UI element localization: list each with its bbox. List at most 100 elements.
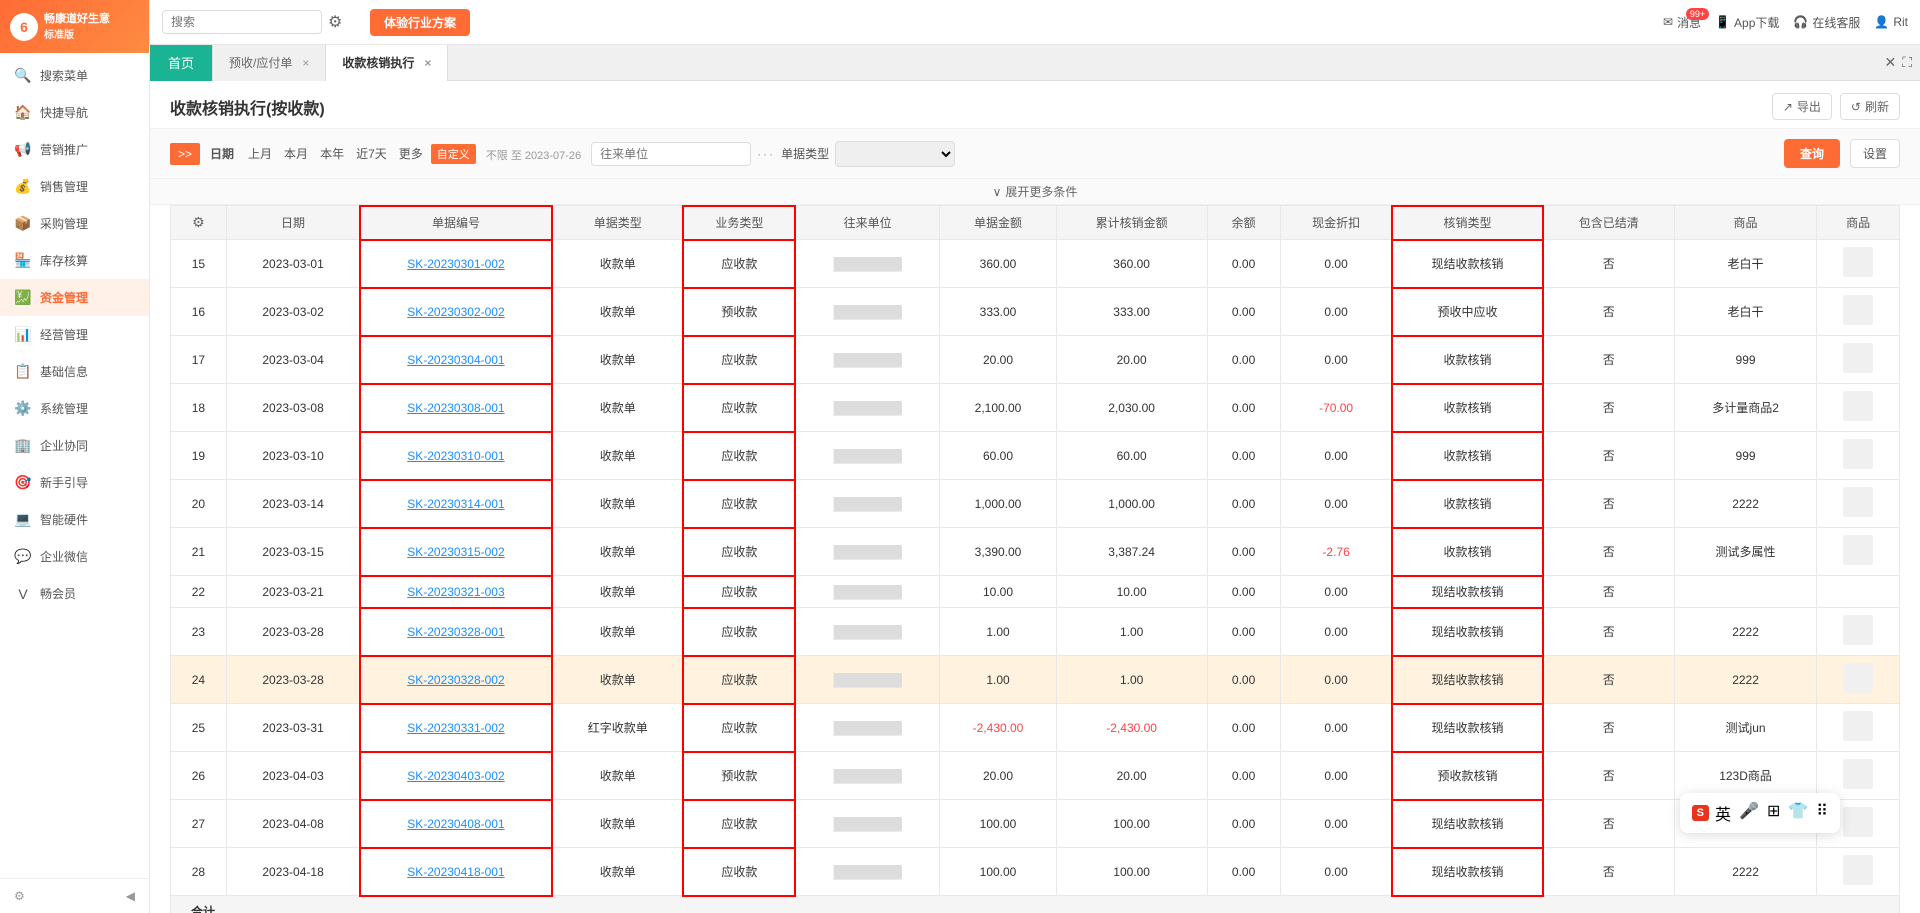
this-month-btn[interactable]: 本月 (280, 143, 312, 164)
bill-no-link[interactable]: SK-20230315-002 (407, 545, 504, 559)
hardware-icon: 💻 (14, 511, 32, 528)
cell-biz-type: 应收款 (683, 704, 795, 752)
cell-included: 否 (1543, 528, 1674, 576)
cell-no: 15 (171, 240, 227, 288)
sidebar-item-system[interactable]: ⚙️系统管理 (0, 390, 149, 427)
bill-type-select[interactable] (835, 141, 955, 167)
collapse-icon[interactable]: ◀ (126, 889, 135, 903)
query-button[interactable]: 查询 (1784, 139, 1840, 168)
more-options-icon[interactable]: ··· (757, 147, 775, 161)
sidebar-item-inventory[interactable]: 🏪 库存核算 (0, 242, 149, 279)
sidebar-item-purchase[interactable]: 📦采购管理 (0, 205, 149, 242)
bill-no-link[interactable]: SK-20230310-001 (407, 449, 504, 463)
bill-no-link[interactable]: SK-20230302-002 (407, 305, 504, 319)
this-year-btn[interactable]: 本年 (316, 143, 348, 164)
bill-no-link[interactable]: SK-20230308-001 (407, 401, 504, 415)
cell-unit: ████████ (795, 704, 939, 752)
sidebar-item-wechat[interactable]: 💬企业微信 (0, 538, 149, 575)
sidebar-item-label: 库存核算 (40, 252, 88, 269)
expand-tab-icon[interactable]: ⛶ (1902, 54, 1912, 71)
cell-included: 否 (1543, 608, 1674, 656)
cell-verified: 1,000.00 (1056, 480, 1207, 528)
export-button[interactable]: ↗ 导出 (1772, 93, 1832, 120)
cell-product2 (1817, 336, 1900, 384)
bill-no-link[interactable]: SK-20230304-001 (407, 353, 504, 367)
tab-collection[interactable]: 收款核销执行× (326, 45, 448, 81)
bill-no-link[interactable]: SK-20230301-002 (407, 257, 504, 271)
cell-amount: 20.00 (940, 336, 1056, 384)
message-icon-item[interactable]: ✉ 消息 99+ (1663, 14, 1701, 31)
app-download-item[interactable]: 📱 App下载 (1715, 14, 1779, 31)
cell-bill-type: 收款单 (552, 800, 683, 848)
sidebar-item-vip[interactable]: V畅会员 (0, 575, 149, 612)
cell-product2 (1817, 608, 1900, 656)
cell-discount: 0.00 (1280, 752, 1392, 800)
last-7days-btn[interactable]: 近7天 (352, 143, 391, 164)
tab-prepay[interactable]: 预收/应付单× (213, 45, 326, 81)
refresh-button[interactable]: ↺ 刷新 (1840, 93, 1900, 120)
page-actions: ↗ 导出 ↺ 刷新 (1772, 93, 1900, 120)
cell-amount: 360.00 (940, 240, 1056, 288)
solution-button[interactable]: 体验行业方案 (370, 9, 470, 36)
cell-date: 2023-03-10 (226, 432, 360, 480)
user-avatar: 👤 (1874, 15, 1889, 29)
more-btn[interactable]: 更多 (395, 143, 427, 164)
cell-product1: 2222 (1674, 848, 1816, 896)
bill-no-link[interactable]: SK-20230403-002 (407, 769, 504, 783)
cell-verify-type: 预收中应收 (1392, 288, 1543, 336)
sidebar-item-quick-nav[interactable]: 🏠快捷导航 (0, 94, 149, 131)
bill-no-link[interactable]: SK-20230418-001 (407, 865, 504, 879)
bill-no-link[interactable]: SK-20230331-002 (407, 721, 504, 735)
online-service-item[interactable]: 🎧 在线客服 (1793, 14, 1860, 31)
close-tab-icon[interactable]: ✕ (1884, 54, 1896, 71)
th-settings[interactable]: ⚙ (171, 206, 227, 240)
table-row: 26 2023-04-03 SK-20230403-002 收款单 预收款 ██… (171, 752, 1900, 800)
cell-verified: 10.00 (1056, 576, 1207, 608)
th-product2: 商品 (1817, 206, 1900, 240)
cell-amount: -2,430.00 (940, 704, 1056, 752)
sidebar-item-marketing[interactable]: 📢营销推广 (0, 131, 149, 168)
bill-no-link[interactable]: SK-20230328-001 (407, 625, 504, 639)
sidebar-item-enterprise[interactable]: 🏢企业协同 (0, 427, 149, 464)
logo-icon: 6 (10, 13, 38, 41)
page-title: 收款核销执行(按收款) (170, 95, 1772, 119)
cell-biz-type: 应收款 (683, 384, 795, 432)
bill-no-link[interactable]: SK-20230314-001 (407, 497, 504, 511)
topbar-gear-icon[interactable]: ⚙ (328, 12, 342, 32)
last-month-btn[interactable]: 上月 (244, 143, 276, 164)
filter-setting-button[interactable]: 设置 (1850, 139, 1900, 168)
tab-home[interactable]: 首页 (150, 45, 213, 81)
sidebar-item-search[interactable]: 🔍搜索菜单 (0, 57, 149, 94)
bill-no-link[interactable]: SK-20230321-003 (407, 585, 504, 599)
sidebar-item-guide[interactable]: 🎯新手引导 (0, 464, 149, 501)
cell-discount: 0.00 (1280, 336, 1392, 384)
filter-expand-area[interactable]: ∨ 展开更多条件 (150, 179, 1920, 205)
cell-unit: ████████ (795, 432, 939, 480)
unit-input[interactable] (591, 142, 751, 166)
grid-icon: ⊞ (1767, 801, 1780, 825)
cell-amount: 2,100.00 (940, 384, 1056, 432)
bill-no-link[interactable]: SK-20230408-001 (407, 817, 504, 831)
inventory-icon: 🏪 (14, 252, 32, 269)
tab-close-icon[interactable]: × (424, 56, 431, 70)
settings-gear-icon[interactable]: ⚙ (14, 889, 25, 903)
sidebar-item-sales[interactable]: 💰销售管理 (0, 168, 149, 205)
cell-product2 (1817, 288, 1900, 336)
cell-verify-type: 收款核销 (1392, 432, 1543, 480)
sidebar-item-basic-info[interactable]: 📋基础信息 (0, 353, 149, 390)
cell-bill-no: SK-20230403-002 (360, 752, 552, 800)
column-settings-icon[interactable]: ⚙ (192, 214, 205, 230)
filter-toggle-button[interactable]: >> (170, 143, 200, 165)
sidebar-item-hardware[interactable]: 💻智能硬件 (0, 501, 149, 538)
search-input[interactable] (162, 10, 322, 34)
cell-unit: ████████ (795, 608, 939, 656)
user-avatar-item[interactable]: 👤 Rit (1874, 15, 1908, 29)
sidebar-item-capital[interactable]: 💹资金管理 (0, 279, 149, 316)
custom-date-btn[interactable]: 自定义 (431, 144, 476, 164)
cell-balance: 0.00 (1207, 240, 1280, 288)
sidebar-item-operations[interactable]: 📊经营管理 (0, 316, 149, 353)
cell-no: 18 (171, 384, 227, 432)
bill-no-link[interactable]: SK-20230328-002 (407, 673, 504, 687)
th-balance: 余额 (1207, 206, 1280, 240)
tab-close-icon[interactable]: × (302, 56, 309, 70)
